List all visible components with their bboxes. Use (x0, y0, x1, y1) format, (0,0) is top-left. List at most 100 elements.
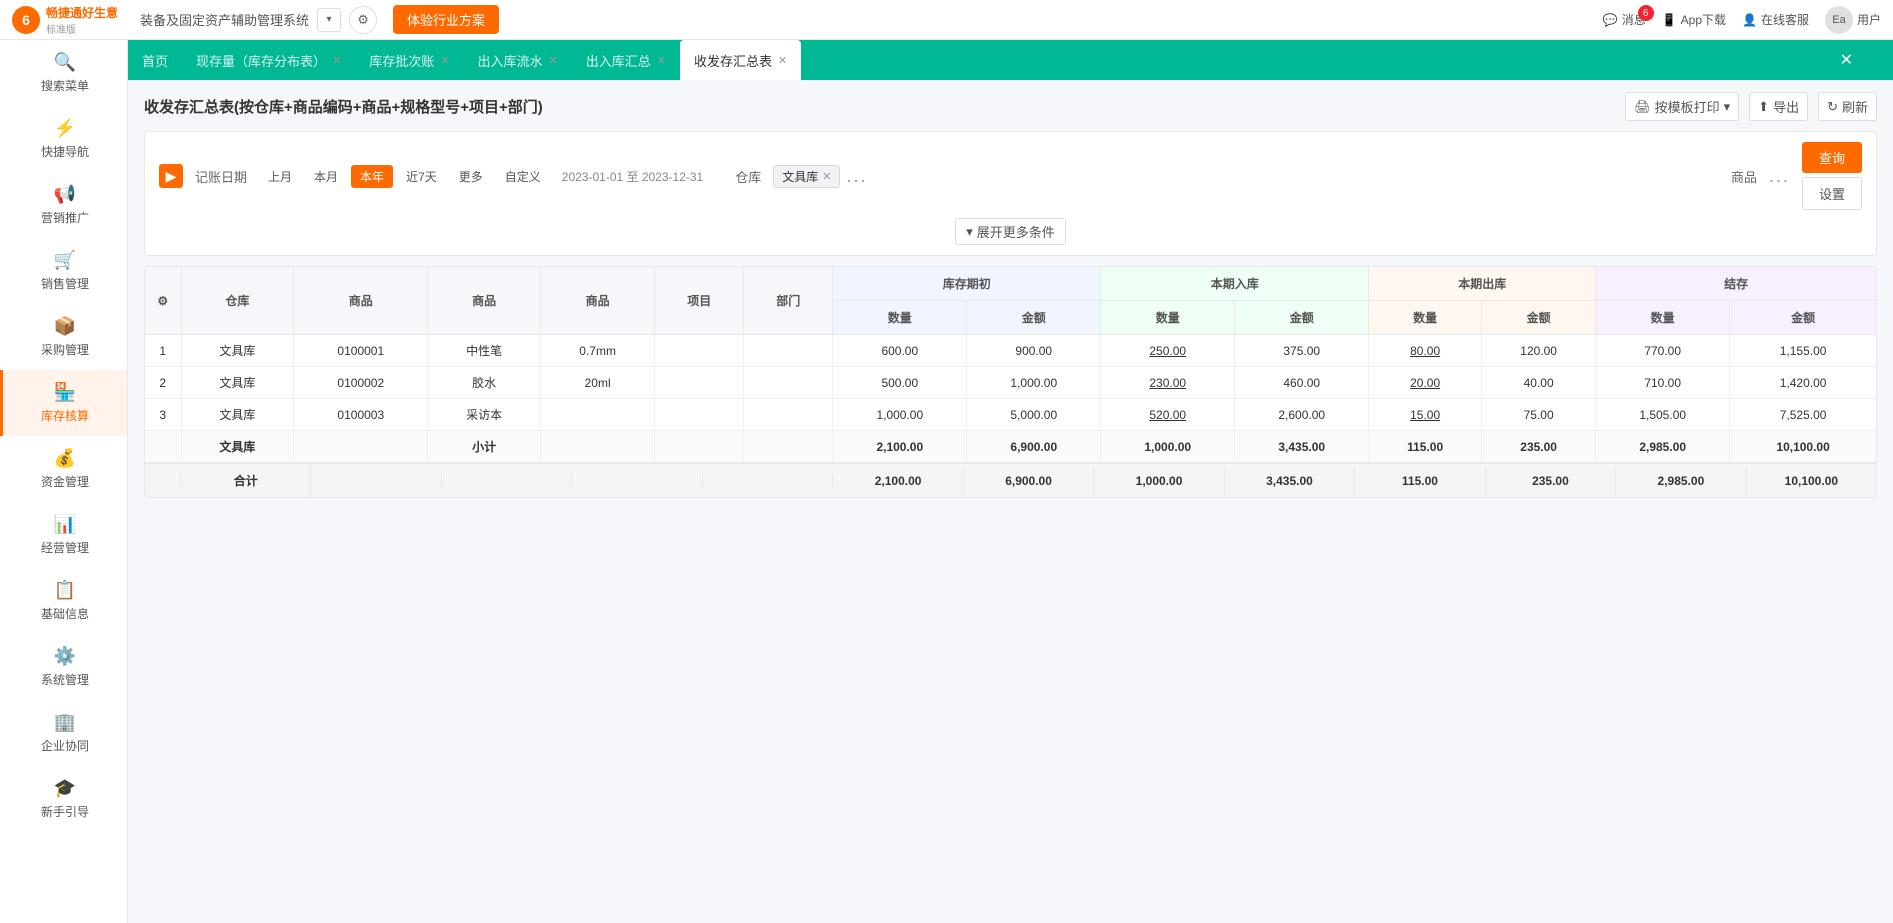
cell-out-qty[interactable]: 80.00 (1369, 335, 1482, 367)
in-qty-link[interactable]: 230.00 (1149, 376, 1186, 390)
set-btn[interactable]: 设置 (1802, 177, 1862, 210)
footer-empty-2 (311, 473, 441, 489)
cell-num: 1 (145, 335, 181, 367)
sidebar-item-search[interactable]: 🔍 搜索菜单 (0, 40, 127, 106)
data-table-wrap: ⚙ 仓库 商品 商品 商品 项目 部门 库存期初 本期入库 本期出库 结存 (144, 266, 1877, 498)
cell-in-qty[interactable]: 250.00 (1101, 335, 1235, 367)
sidebar-item-purchase[interactable]: 📦 采购管理 (0, 304, 127, 370)
tab-collect-sum[interactable]: 收发存汇总表 ✕ (680, 40, 801, 80)
date-btn-this-month[interactable]: 本月 (305, 165, 347, 188)
tab-inout-sum[interactable]: 出入库汇总 ✕ (572, 40, 680, 80)
sidebar-item-quick[interactable]: ⚡ 快捷导航 (0, 106, 127, 172)
cell-out-qty[interactable]: 15.00 (1369, 399, 1482, 431)
sidebar-item-finance[interactable]: 💰 资金管理 (0, 436, 127, 502)
th-settings[interactable]: ⚙ (145, 267, 181, 335)
date-btn-custom[interactable]: 自定义 (496, 165, 550, 188)
out-qty-link[interactable]: 15.00 (1410, 408, 1440, 422)
sidebar-label-inventory: 库存核算 (41, 407, 89, 424)
expand-label: 展开更多条件 (977, 222, 1055, 241)
header-actions: 🖨 按模板打印 ▾ ⬆ 导出 ↻ 刷新 (1625, 92, 1877, 121)
tab-stock[interactable]: 现存量（库存分布表） ✕ (182, 40, 355, 80)
cell-in-qty: 1,000.00 (1101, 431, 1235, 463)
date-shortcuts: 上月 本月 本年 近7天 更多 自定义 (259, 165, 550, 188)
cell-close-amt: 10,100.00 (1730, 431, 1876, 463)
cell-open-qty: 1,000.00 (833, 399, 967, 431)
cell-project (655, 431, 744, 463)
cell-name: 中性笔 (428, 335, 541, 367)
trial-btn[interactable]: 体验行业方案 (393, 5, 499, 34)
cell-close-qty: 770.00 (1596, 335, 1730, 367)
th-code: 商品 (294, 267, 428, 335)
basic-icon: 📋 (54, 580, 76, 601)
out-qty-link[interactable]: 20.00 (1410, 376, 1440, 390)
warehouse-label: 仓库 (735, 167, 761, 186)
message-btn[interactable]: 💬 消息 6 (1603, 11, 1646, 28)
cell-out-amt: 235.00 (1482, 431, 1596, 463)
sidebar-label-corp: 企业协同 (41, 737, 89, 754)
product-label: 商品 (1731, 167, 1757, 186)
sidebar-item-sales[interactable]: 🛒 销售管理 (0, 238, 127, 304)
online-service-btn[interactable]: 👤 在线客服 (1742, 11, 1809, 28)
print-btn[interactable]: 🖨 按模板打印 ▾ (1625, 92, 1739, 121)
cell-code: 0100002 (294, 367, 428, 399)
sidebar-label-purchase: 采购管理 (41, 341, 89, 358)
sidebar: 🔍 搜索菜单 ⚡ 快捷导航 📢 营销推广 🛒 销售管理 📦 采购管理 🏪 库存核… (0, 40, 128, 923)
warehouse-tag-remove[interactable]: ✕ (822, 170, 831, 183)
cell-name: 采访本 (428, 399, 541, 431)
sidebar-label-finance: 资金管理 (41, 473, 89, 490)
tab-bar: 首页 现存量（库存分布表） ✕ 库存批次账 ✕ 出入库流水 ✕ 出入库汇总 ✕ … (128, 40, 1893, 80)
print-icon: 🖨 (1634, 99, 1651, 115)
cell-close-qty: 710.00 (1596, 367, 1730, 399)
sidebar-item-inventory[interactable]: 🏪 库存核算 (0, 370, 127, 436)
warehouse-tag[interactable]: 文具库 ✕ (773, 165, 840, 188)
th-open-amt: 金额 (967, 301, 1101, 335)
tab-stock-close[interactable]: ✕ (332, 54, 341, 67)
system-dropdown-btn[interactable]: ▾ (317, 8, 341, 32)
tab-bar-close-all[interactable]: ✕ (1830, 50, 1863, 70)
date-btn-more[interactable]: 更多 (450, 165, 492, 188)
cell-close-qty: 2,985.00 (1596, 431, 1730, 463)
cell-out-qty[interactable]: 20.00 (1369, 367, 1482, 399)
sidebar-item-system[interactable]: ⚙️ 系统管理 (0, 634, 127, 700)
tab-inout-flow[interactable]: 出入库流水 ✕ (463, 40, 571, 80)
in-qty-link[interactable]: 520.00 (1149, 408, 1186, 422)
corp-icon: 🏢 (54, 712, 76, 733)
tab-home[interactable]: 首页 (128, 40, 182, 80)
cell-dept (744, 399, 833, 431)
sidebar-item-newbie[interactable]: 🎓 新手引导 (0, 766, 127, 832)
sidebar-item-basic[interactable]: 📋 基础信息 (0, 568, 127, 634)
th-closing: 结存 (1596, 267, 1876, 301)
product-more[interactable]: ... (1769, 166, 1790, 187)
sidebar-item-operation[interactable]: 📊 经营管理 (0, 502, 127, 568)
export-btn[interactable]: ⬆ 导出 (1749, 92, 1808, 121)
print-chevron-icon: ▾ (1724, 99, 1731, 115)
cell-open-qty: 2,100.00 (833, 431, 967, 463)
finance-icon: 💰 (54, 448, 76, 469)
cell-in-qty[interactable]: 230.00 (1101, 367, 1235, 399)
sidebar-label-operation: 经营管理 (41, 539, 89, 556)
cell-in-qty[interactable]: 520.00 (1101, 399, 1235, 431)
footer-empty-4 (572, 473, 702, 489)
tab-inout-flow-close[interactable]: ✕ (549, 54, 558, 67)
filter-toggle-btn[interactable]: ▶ (159, 164, 183, 188)
logo-text: 畅捷通好生意 标准版 (46, 4, 118, 36)
sidebar-item-marketing[interactable]: 📢 营销推广 (0, 172, 127, 238)
cell-spec (541, 399, 655, 431)
warehouse-more[interactable]: ... (846, 166, 867, 187)
refresh-btn[interactable]: ↻ 刷新 (1818, 92, 1877, 121)
expand-more-btn[interactable]: ▾ 展开更多条件 (955, 218, 1066, 245)
app-download-btn[interactable]: 📱 App下载 (1662, 11, 1726, 28)
tab-batch-close[interactable]: ✕ (440, 54, 449, 67)
date-btn-7days[interactable]: 近7天 (397, 165, 446, 188)
tab-collect-sum-close[interactable]: ✕ (778, 54, 787, 67)
tab-inout-sum-close[interactable]: ✕ (657, 54, 666, 67)
user-btn[interactable]: Ea 用户 (1825, 6, 1881, 34)
out-qty-link[interactable]: 80.00 (1410, 344, 1440, 358)
in-qty-link[interactable]: 250.00 (1149, 344, 1186, 358)
query-btn[interactable]: 查询 (1802, 142, 1862, 173)
settings-icon[interactable]: ⚙ (349, 6, 377, 34)
date-btn-this-year[interactable]: 本年 (351, 165, 393, 188)
date-btn-last-month[interactable]: 上月 (259, 165, 301, 188)
sidebar-item-corp[interactable]: 🏢 企业协同 (0, 700, 127, 766)
tab-batch[interactable]: 库存批次账 ✕ (355, 40, 463, 80)
